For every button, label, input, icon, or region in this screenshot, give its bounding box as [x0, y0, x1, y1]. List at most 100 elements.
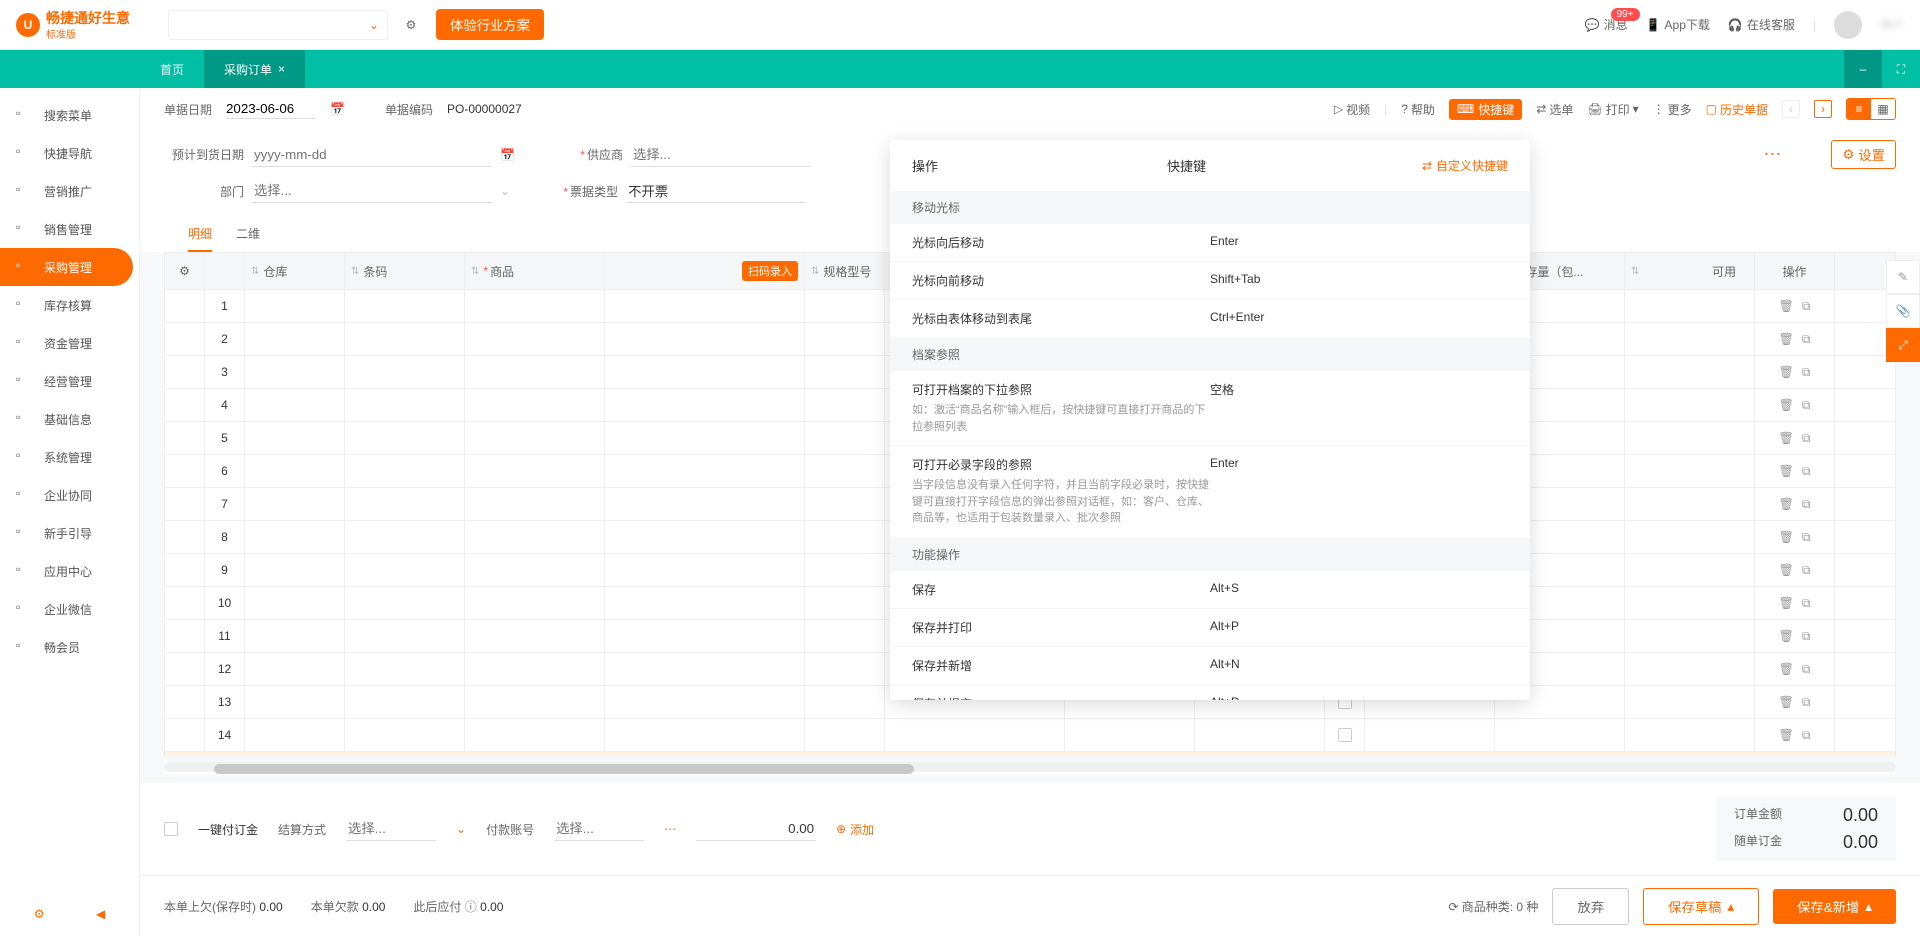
minimize-icon[interactable]: –	[1844, 50, 1882, 88]
supplier-input[interactable]	[631, 143, 811, 167]
select-bill-link[interactable]: ⇄ 选单	[1536, 101, 1573, 118]
service-link[interactable]: 🎧 在线客服	[1728, 16, 1795, 33]
copy-icon[interactable]: ⧉	[1802, 464, 1811, 479]
video-link[interactable]: ▷ 视频	[1334, 101, 1370, 118]
copy-icon[interactable]: ⧉	[1802, 695, 1811, 710]
delete-icon[interactable]: 🗑	[1779, 629, 1794, 644]
delete-icon[interactable]: 🗑	[1779, 695, 1794, 710]
attach-icon[interactable]: 📎	[1886, 294, 1920, 328]
copy-icon[interactable]: ⧉	[1802, 728, 1811, 743]
close-icon[interactable]: ×	[278, 62, 285, 76]
col-avail[interactable]: ⇅可用	[1625, 253, 1755, 289]
sidebar-item-6[interactable]: ▫资金管理	[0, 324, 139, 362]
sidebar-item-12[interactable]: ▫应用中心	[0, 552, 139, 590]
delete-icon[interactable]: 🗑	[1779, 398, 1794, 413]
col-product[interactable]: ⇅*商品	[465, 253, 605, 289]
chevron-down-icon[interactable]: ⌄	[456, 822, 466, 836]
table-row[interactable]: 14🗑⧉	[164, 719, 1896, 752]
amount-input[interactable]	[696, 817, 816, 841]
app-download-link[interactable]: 📱 App下载	[1646, 16, 1710, 33]
expand-icon[interactable]: ⤢	[1886, 328, 1920, 362]
col-barcode[interactable]: ⇅条码	[345, 253, 465, 289]
tab-home[interactable]: 首页	[140, 50, 204, 88]
copy-icon[interactable]: ⧉	[1802, 596, 1811, 611]
sidebar-item-3[interactable]: ▫销售管理	[0, 210, 139, 248]
copy-icon[interactable]: ⧉	[1802, 662, 1811, 677]
column-config-icon[interactable]: ⚙	[165, 253, 205, 289]
sidebar-item-13[interactable]: ▫企业微信	[0, 590, 139, 628]
company-select[interactable]: ⌄	[168, 10, 388, 40]
sidebar-item-5[interactable]: ▫库存核算	[0, 286, 139, 324]
copy-icon[interactable]: ⧉	[1802, 629, 1811, 644]
settings-button[interactable]: ⚙ 设置	[1831, 140, 1896, 169]
sidebar-item-14[interactable]: ▫畅会员	[0, 628, 139, 666]
print-link[interactable]: 🖨 打印 ▾	[1587, 101, 1638, 118]
calendar-icon[interactable]: 📅	[500, 148, 515, 162]
more-dots-icon[interactable]: ⋯	[1763, 144, 1783, 165]
delete-icon[interactable]: 🗑	[1779, 431, 1794, 446]
expect-date-input[interactable]	[252, 143, 492, 167]
discard-button[interactable]: 放弃	[1552, 888, 1629, 925]
copy-icon[interactable]: ⧉	[1802, 299, 1811, 314]
col-spec[interactable]: ⇅规格型号	[805, 253, 885, 289]
sidebar-item-2[interactable]: ▫营销推广	[0, 172, 139, 210]
dept-input[interactable]	[252, 179, 492, 203]
tab-detail[interactable]: 明细	[188, 225, 212, 252]
delete-icon[interactable]: 🗑	[1779, 365, 1794, 380]
sidebar-item-7[interactable]: ▫经营管理	[0, 362, 139, 400]
copy-icon[interactable]: ⧉	[1802, 497, 1811, 512]
delete-icon[interactable]: 🗑	[1779, 596, 1794, 611]
sidebar-item-1[interactable]: ▫快捷导航	[0, 134, 139, 172]
delete-icon[interactable]: 🗑	[1779, 563, 1794, 578]
tab-purchase-order[interactable]: 采购订单 ×	[204, 50, 305, 88]
copy-icon[interactable]: ⧉	[1802, 431, 1811, 446]
delete-icon[interactable]: 🗑	[1779, 530, 1794, 545]
invoice-input[interactable]	[626, 179, 806, 203]
tab-two[interactable]: 二维	[236, 225, 260, 252]
more-link[interactable]: ⋮ 更多	[1653, 101, 1692, 118]
fullscreen-icon[interactable]: ⛶	[1882, 50, 1920, 88]
avatar[interactable]	[1834, 11, 1862, 39]
save-new-button[interactable]: 保存&新增 ▴	[1773, 889, 1896, 924]
sidebar-item-10[interactable]: ▫企业协同	[0, 476, 139, 514]
bill-date-input[interactable]	[226, 99, 316, 119]
sidebar-item-0[interactable]: ▫搜索菜单	[0, 96, 139, 134]
messages-link[interactable]: 💬 消息 99+	[1585, 16, 1628, 33]
account-input[interactable]	[554, 817, 644, 841]
copy-icon[interactable]: ⧉	[1802, 398, 1811, 413]
sidebar-item-8[interactable]: ▫基础信息	[0, 400, 139, 438]
row-checkbox[interactable]	[1338, 728, 1352, 742]
trial-button[interactable]: 体验行业方案	[436, 9, 544, 40]
onekey-checkbox[interactable]	[164, 822, 178, 836]
delete-icon[interactable]: 🗑	[1779, 299, 1794, 314]
copy-icon[interactable]: ⧉	[1802, 530, 1811, 545]
list-view-icon[interactable]: ≡	[1847, 99, 1871, 119]
sidebar-item-11[interactable]: ▫新手引导	[0, 514, 139, 552]
collapse-icon[interactable]: ◀	[96, 907, 105, 921]
delete-icon[interactable]: 🗑	[1779, 662, 1794, 677]
card-view-icon[interactable]: ▦	[1871, 99, 1895, 119]
sidebar-item-9[interactable]: ▫系统管理	[0, 438, 139, 476]
chevron-down-icon[interactable]: ⌄	[500, 184, 510, 198]
next-bill[interactable]: ›	[1814, 100, 1832, 118]
calendar-icon[interactable]: 📅	[330, 102, 345, 116]
copy-icon[interactable]: ⧉	[1802, 332, 1811, 347]
help-link[interactable]: ? 帮助	[1401, 101, 1435, 118]
note-icon[interactable]: ✎	[1886, 260, 1920, 294]
sidebar-item-4[interactable]: ▫采购管理	[0, 248, 133, 286]
delete-icon[interactable]: 🗑	[1779, 497, 1794, 512]
col-scan[interactable]: 扫码录入	[605, 253, 805, 289]
delete-icon[interactable]: 🗑	[1779, 464, 1794, 479]
save-draft-button[interactable]: 保存草稿 ▴	[1643, 888, 1759, 925]
delete-icon[interactable]: 🗑	[1779, 332, 1794, 347]
settle-input[interactable]	[346, 817, 436, 841]
delete-icon[interactable]: 🗑	[1779, 728, 1794, 743]
settings-gear-icon[interactable]: ⚙	[34, 907, 45, 921]
prev-bill[interactable]: ‹	[1782, 100, 1800, 118]
col-warehouse[interactable]: ⇅仓库	[245, 253, 345, 289]
shortcut-button[interactable]: ⌨ 快捷键	[1449, 99, 1522, 120]
view-toggle[interactable]: ≡ ▦	[1846, 98, 1896, 120]
more-icon[interactable]: ⋯	[664, 822, 676, 836]
copy-icon[interactable]: ⧉	[1802, 365, 1811, 380]
add-link[interactable]: ⊕ 添加	[836, 821, 874, 838]
